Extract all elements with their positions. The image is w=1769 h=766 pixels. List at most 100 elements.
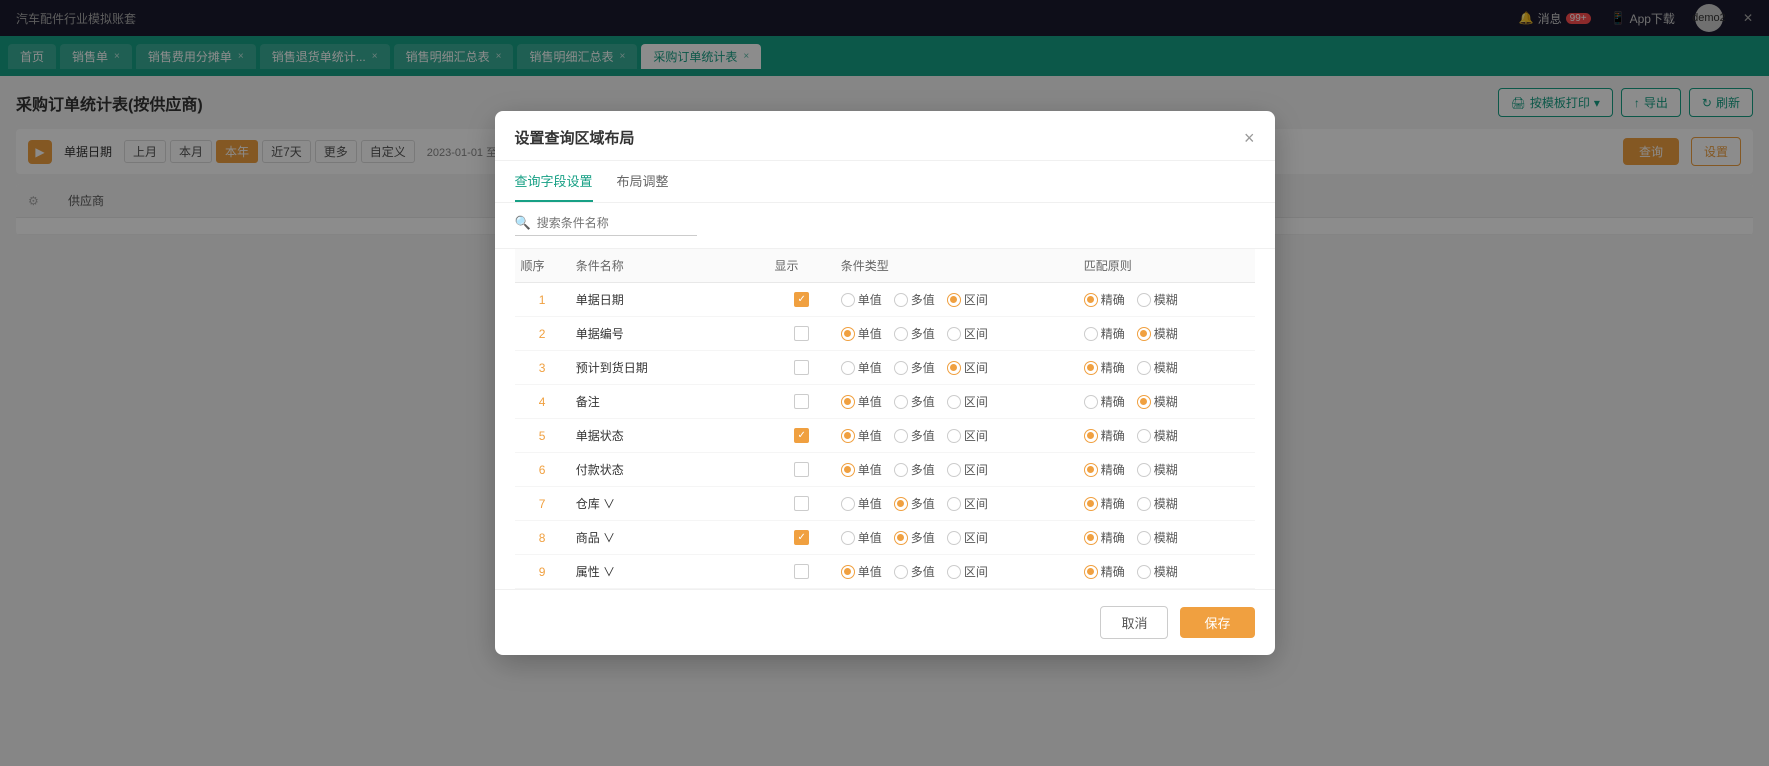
dialog-tabs: 查询字段设置 布局调整 [495, 161, 1275, 203]
config-row: 4备注单值多值区间精确模糊 [515, 385, 1255, 419]
row-show-checkbox[interactable] [794, 292, 809, 307]
radio-type-单值[interactable]: 单值 [841, 563, 882, 580]
row-condition-name: 属性 ∨ [570, 555, 769, 589]
radio-match-模糊[interactable]: 模糊 [1137, 393, 1178, 410]
radio-type-多值[interactable]: 多值 [894, 495, 935, 512]
radio-type-多值[interactable]: 多值 [894, 563, 935, 580]
radio-match-模糊[interactable]: 模糊 [1137, 325, 1178, 342]
config-row: 9属性 ∨单值多值区间精确模糊 [515, 555, 1255, 589]
radio-match-精确[interactable]: 精确 [1084, 495, 1125, 512]
config-row: 1单据日期单值多值区间精确模糊 [515, 283, 1255, 317]
radio-match-精确[interactable]: 精确 [1084, 427, 1125, 444]
save-button[interactable]: 保存 [1180, 607, 1254, 638]
radio-type-多值[interactable]: 多值 [894, 291, 935, 308]
dialog-tab-layout[interactable]: 布局调整 [617, 161, 669, 202]
radio-type-单值[interactable]: 单值 [841, 461, 882, 478]
radio-type-多值[interactable]: 多值 [894, 393, 935, 410]
radio-type-多值[interactable]: 多值 [894, 359, 935, 376]
radio-match-精确[interactable]: 精确 [1084, 325, 1125, 342]
modal-overlay[interactable]: 设置查询区域布局 × 查询字段设置 布局调整 🔍 [0, 0, 1769, 766]
row-type-cell: 单值多值区间 [835, 317, 1078, 351]
radio-type-单值[interactable]: 单值 [841, 495, 882, 512]
radio-type-区间[interactable]: 区间 [947, 495, 988, 512]
radio-match-精确[interactable]: 精确 [1084, 563, 1125, 580]
radio-type-单值[interactable]: 单值 [841, 325, 882, 342]
search-input[interactable] [537, 216, 697, 230]
radio-type-区间[interactable]: 区间 [947, 427, 988, 444]
radio-type-区间[interactable]: 区间 [947, 325, 988, 342]
row-show-checkbox[interactable] [794, 530, 809, 545]
row-type-cell: 单值多值区间 [835, 453, 1078, 487]
dialog-tab-fields[interactable]: 查询字段设置 [515, 161, 593, 202]
row-show-checkbox[interactable] [794, 326, 809, 341]
row-show-checkbox[interactable] [794, 394, 809, 409]
radio-match-精确[interactable]: 精确 [1084, 393, 1125, 410]
radio-match-精确[interactable]: 精确 [1084, 529, 1125, 546]
radio-type-区间[interactable]: 区间 [947, 393, 988, 410]
radio-match-模糊[interactable]: 模糊 [1137, 495, 1178, 512]
radio-type-区间[interactable]: 区间 [947, 563, 988, 580]
config-row: 6付款状态单值多值区间精确模糊 [515, 453, 1255, 487]
row-order: 7 [515, 487, 570, 521]
row-show-checkbox[interactable] [794, 564, 809, 579]
row-condition-name: 预计到货日期 [570, 351, 769, 385]
radio-type-单值[interactable]: 单值 [841, 427, 882, 444]
radio-type-单值[interactable]: 单值 [841, 529, 882, 546]
radio-match-模糊[interactable]: 模糊 [1137, 563, 1178, 580]
row-order: 4 [515, 385, 570, 419]
row-type-cell: 单值多值区间 [835, 385, 1078, 419]
radio-match-精确[interactable]: 精确 [1084, 461, 1125, 478]
radio-type-区间[interactable]: 区间 [947, 529, 988, 546]
radio-type-区间[interactable]: 区间 [947, 461, 988, 478]
row-show-checkbox[interactable] [794, 428, 809, 443]
row-show-checkbox[interactable] [794, 462, 809, 477]
radio-type-单值[interactable]: 单值 [841, 291, 882, 308]
row-show-checkbox[interactable] [794, 360, 809, 375]
row-match-cell: 精确模糊 [1078, 521, 1255, 555]
row-condition-name: 单据状态 [570, 419, 769, 453]
row-show-cell [769, 555, 835, 589]
dialog-header: 设置查询区域布局 × [495, 111, 1275, 161]
row-condition-name: 单据日期 [570, 283, 769, 317]
cancel-button[interactable]: 取消 [1100, 606, 1168, 639]
radio-type-多值[interactable]: 多值 [894, 529, 935, 546]
row-type-cell: 单值多值区间 [835, 555, 1078, 589]
radio-match-模糊[interactable]: 模糊 [1137, 461, 1178, 478]
config-table: 顺序 条件名称 显示 条件类型 匹配原则 [515, 249, 1255, 589]
row-type-cell: 单值多值区间 [835, 487, 1078, 521]
col-header-name: 条件名称 [570, 249, 769, 283]
radio-type-多值[interactable]: 多值 [894, 461, 935, 478]
search-icon: 🔍 [515, 215, 531, 231]
radio-match-模糊[interactable]: 模糊 [1137, 427, 1178, 444]
row-condition-name: 备注 [570, 385, 769, 419]
row-show-cell [769, 317, 835, 351]
row-show-checkbox[interactable] [794, 496, 809, 511]
radio-match-模糊[interactable]: 模糊 [1137, 291, 1178, 308]
row-match-cell: 精确模糊 [1078, 555, 1255, 589]
radio-type-区间[interactable]: 区间 [947, 359, 988, 376]
row-show-cell [769, 487, 835, 521]
radio-type-多值[interactable]: 多值 [894, 427, 935, 444]
row-condition-name: 单据编号 [570, 317, 769, 351]
row-order: 8 [515, 521, 570, 555]
radio-match-模糊[interactable]: 模糊 [1137, 529, 1178, 546]
row-show-cell [769, 283, 835, 317]
radio-match-模糊[interactable]: 模糊 [1137, 359, 1178, 376]
radio-type-单值[interactable]: 单值 [841, 393, 882, 410]
config-row: 5单据状态单值多值区间精确模糊 [515, 419, 1255, 453]
row-type-cell: 单值多值区间 [835, 419, 1078, 453]
radio-type-区间[interactable]: 区间 [947, 291, 988, 308]
row-show-cell [769, 385, 835, 419]
row-show-cell [769, 453, 835, 487]
row-match-cell: 精确模糊 [1078, 351, 1255, 385]
dialog-close-btn[interactable]: × [1244, 129, 1255, 147]
row-order: 6 [515, 453, 570, 487]
radio-type-多值[interactable]: 多值 [894, 325, 935, 342]
dialog: 设置查询区域布局 × 查询字段设置 布局调整 🔍 [495, 111, 1275, 655]
config-row: 2单据编号单值多值区间精确模糊 [515, 317, 1255, 351]
radio-match-精确[interactable]: 精确 [1084, 291, 1125, 308]
row-order: 9 [515, 555, 570, 589]
radio-match-精确[interactable]: 精确 [1084, 359, 1125, 376]
config-row: 8商品 ∨单值多值区间精确模糊 [515, 521, 1255, 555]
radio-type-单值[interactable]: 单值 [841, 359, 882, 376]
